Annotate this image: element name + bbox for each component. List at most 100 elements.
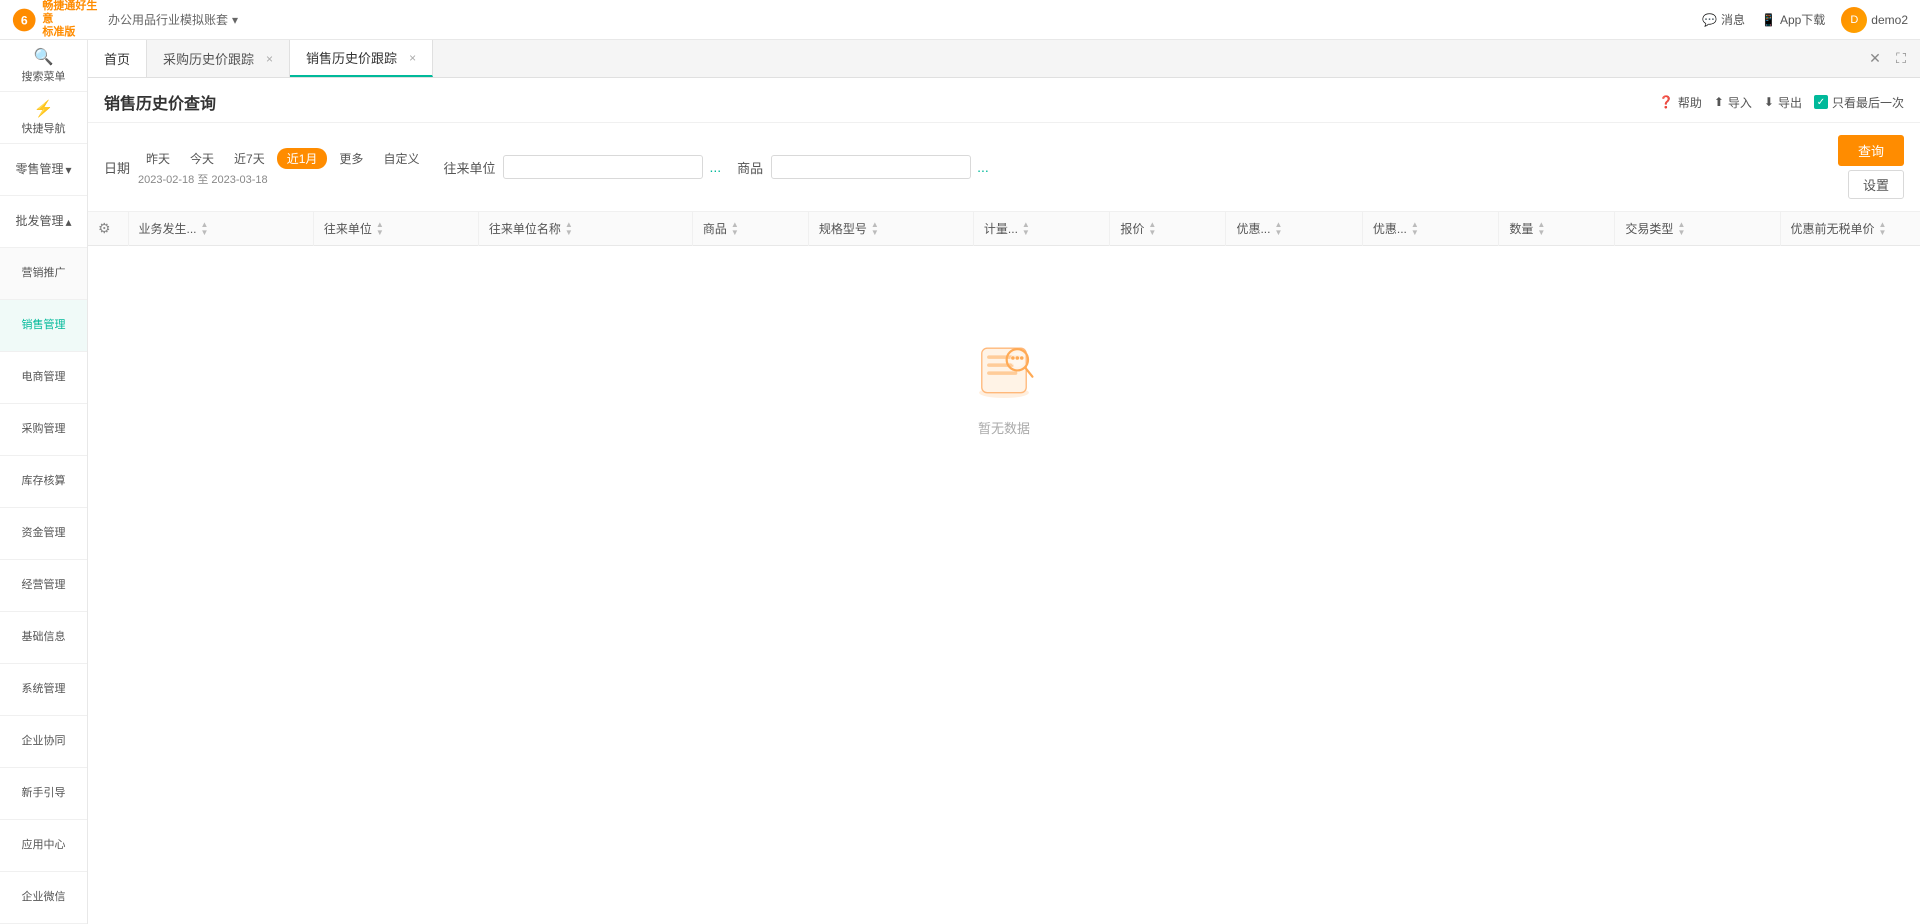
sidebar-item-operations[interactable]: 经营管理 (0, 560, 87, 612)
partner-search-btn[interactable]: ... (709, 159, 721, 175)
partner-filter-group: 往来单位 ... (443, 155, 721, 179)
tab-home-label: 首页 (104, 49, 130, 68)
table-header: ⚙ 业务发生... ▲▼ 往来 (88, 212, 1920, 246)
page-title: 销售历史价查询 (104, 90, 216, 114)
date-opt-custom[interactable]: 自定义 (375, 148, 427, 169)
sidebar-item-search[interactable]: 🔍 搜索菜单 (0, 40, 87, 92)
col-discount1-label: 优惠... (1236, 220, 1270, 237)
sidebar-item-wechat-label: 企业微信 (22, 890, 66, 904)
sort-icon-no-tax-price: ▲▼ (1879, 221, 1887, 237)
sort-icon-discount2: ▲▼ (1411, 221, 1419, 237)
tab-purchase-close[interactable]: × (266, 52, 273, 66)
gear-icon[interactable]: ⚙ (98, 220, 111, 236)
col-unit[interactable]: 计量... ▲▼ (973, 212, 1109, 246)
tab-home[interactable]: 首页 (88, 40, 147, 77)
date-opt-yesterday[interactable]: 昨天 (138, 148, 178, 169)
sidebar-item-quick[interactable]: ⚡ 快捷导航 (0, 92, 87, 144)
sidebar-item-finance-label: 资金管理 (22, 526, 66, 540)
sort-icon-partner-name: ▲▼ (565, 221, 573, 237)
date-opt-today[interactable]: 今天 (182, 148, 222, 169)
goods-input[interactable] (771, 155, 971, 179)
col-trade-type[interactable]: 交易类型 ▲▼ (1615, 212, 1780, 246)
main-layout: 🔍 搜索菜单 ⚡ 快捷导航 零售管理 ▾ 批发管理 ▴ 营销推广 销售管理 电商… (0, 40, 1920, 924)
sidebar-item-wholesale[interactable]: 批发管理 ▴ (0, 196, 87, 248)
sidebar-item-inventory-label: 库存核算 (22, 474, 66, 488)
col-partner-name[interactable]: 往来单位名称 ▲▼ (478, 212, 692, 246)
logo-text: 畅捷通好生意 标准版 (42, 0, 100, 39)
tab-sales-close[interactable]: × (409, 51, 416, 65)
date-opt-more[interactable]: 更多 (331, 148, 371, 169)
sidebar-item-retail-label: 零售管理 (15, 162, 63, 178)
page-actions: ❓ 帮助 ⬆ 导入 ⬇ 导出 ✓ 只看最后一次 (1659, 94, 1904, 111)
col-price[interactable]: 报价 ▲▼ (1110, 212, 1226, 246)
app-download-btn[interactable]: 📱 App下载 (1761, 11, 1825, 28)
col-discount2[interactable]: 优惠... ▲▼ (1362, 212, 1498, 246)
data-table: ⚙ 业务发生... ▲▼ 往来 (88, 212, 1920, 246)
sidebar-item-marketing[interactable]: 营销推广 (0, 248, 87, 300)
col-goods[interactable]: 商品 ▲▼ (692, 212, 808, 246)
col-no-tax-price[interactable]: 优惠前无税单价 ▲▼ (1780, 212, 1920, 246)
col-biz-date[interactable]: 业务发生... ▲▼ (128, 212, 313, 246)
sidebar-item-purchase[interactable]: 采购管理 (0, 404, 87, 456)
sidebar-item-finance[interactable]: 资金管理 (0, 508, 87, 560)
goods-search-btn[interactable]: ... (977, 159, 989, 175)
sidebar-item-app-center[interactable]: 应用中心 (0, 820, 87, 872)
tab-bar: 首页 采购历史价跟踪 × 销售历史价跟踪 × ✕ ⛶ (88, 40, 1920, 78)
col-spec[interactable]: 规格型号 ▲▼ (808, 212, 973, 246)
tab-sales-label: 销售历史价跟踪 (306, 48, 397, 67)
partner-label: 往来单位 (443, 158, 495, 177)
col-gear: ⚙ (88, 212, 128, 246)
import-btn[interactable]: ⬆ 导入 (1714, 94, 1752, 111)
tab-actions: ✕ ⛶ (1856, 40, 1920, 77)
date-filter-group: 日期 昨天 今天 近7天 近1月 更多 自定义 2023-02-18 至 202… (104, 148, 427, 187)
import-icon: ⬆ (1714, 95, 1724, 109)
sidebar-item-basic[interactable]: 基础信息 (0, 612, 87, 664)
date-opt-7days[interactable]: 近7天 (226, 148, 273, 169)
query-button[interactable]: 查询 (1838, 135, 1904, 166)
sidebar-item-inventory[interactable]: 库存核算 (0, 456, 87, 508)
sidebar-item-system[interactable]: 系统管理 (0, 664, 87, 716)
lightning-icon: ⚡ (34, 99, 54, 119)
sidebar-item-ecommerce-label: 电商管理 (22, 370, 66, 384)
breadcrumb: 办公用品行业模拟账套 ▾ (108, 11, 1694, 28)
tab-purchase-history[interactable]: 采购历史价跟踪 × (147, 40, 290, 77)
filter-area: 日期 昨天 今天 近7天 近1月 更多 自定义 2023-02-18 至 202… (88, 123, 1920, 212)
help-btn[interactable]: ❓ 帮助 (1659, 94, 1702, 111)
sidebar-item-search-label: 搜索菜单 (22, 70, 66, 84)
svg-text:6: 6 (21, 13, 28, 27)
col-quantity[interactable]: 数量 ▲▼ (1499, 212, 1615, 246)
sidebar-item-enterprise[interactable]: 企业协同 (0, 716, 87, 768)
goods-label: 商品 (737, 158, 763, 177)
date-options: 昨天 今天 近7天 近1月 更多 自定义 (138, 148, 427, 169)
search-icon: 🔍 (34, 47, 54, 67)
page-wrapper: 销售历史价查询 ❓ 帮助 ⬆ 导入 ⬇ 导出 (88, 78, 1920, 924)
date-options-col: 昨天 今天 近7天 近1月 更多 自定义 2023-02-18 至 2023-0… (138, 148, 427, 187)
export-btn[interactable]: ⬇ 导出 (1764, 94, 1802, 111)
only-last-checkbox[interactable]: ✓ 只看最后一次 (1814, 94, 1904, 111)
sidebar-item-wechat[interactable]: 企业微信 (0, 872, 87, 924)
table-header-row: ⚙ 业务发生... ▲▼ 往来 (88, 212, 1920, 246)
tab-maximize-btn[interactable]: ⛶ (1890, 48, 1912, 70)
col-discount1[interactable]: 优惠... ▲▼ (1226, 212, 1362, 246)
partner-input[interactable] (503, 155, 703, 179)
sidebar-item-sales[interactable]: 销售管理 (0, 300, 87, 352)
sidebar-item-newbie[interactable]: 新手引导 (0, 768, 87, 820)
filter-right: 查询 设置 (1838, 135, 1904, 199)
avatar-circle: D (1841, 7, 1867, 33)
header-right: 💬 消息 📱 App下载 D demo2 (1702, 7, 1908, 33)
user-avatar[interactable]: D demo2 (1841, 7, 1908, 33)
col-partner-code[interactable]: 往来单位 ▲▼ (313, 212, 478, 246)
sidebar-item-enterprise-label: 企业协同 (22, 734, 66, 748)
message-btn[interactable]: 💬 消息 (1702, 11, 1745, 28)
page-header: 销售历史价查询 ❓ 帮助 ⬆ 导入 ⬇ 导出 (88, 78, 1920, 123)
tab-close-all-btn[interactable]: ✕ (1864, 48, 1886, 70)
settings-button[interactable]: 设置 (1848, 170, 1904, 199)
date-opt-1month[interactable]: 近1月 (277, 148, 328, 169)
col-unit-label: 计量... (984, 220, 1018, 237)
col-no-tax-price-label: 优惠前无税单价 (1791, 220, 1875, 237)
sidebar-item-ecommerce[interactable]: 电商管理 (0, 352, 87, 404)
sidebar-item-retail[interactable]: 零售管理 ▾ (0, 144, 87, 196)
tab-sales-history[interactable]: 销售历史价跟踪 × (290, 40, 433, 77)
checkbox-checked-icon: ✓ (1814, 95, 1828, 109)
sidebar-item-marketing-label: 营销推广 (22, 266, 66, 280)
